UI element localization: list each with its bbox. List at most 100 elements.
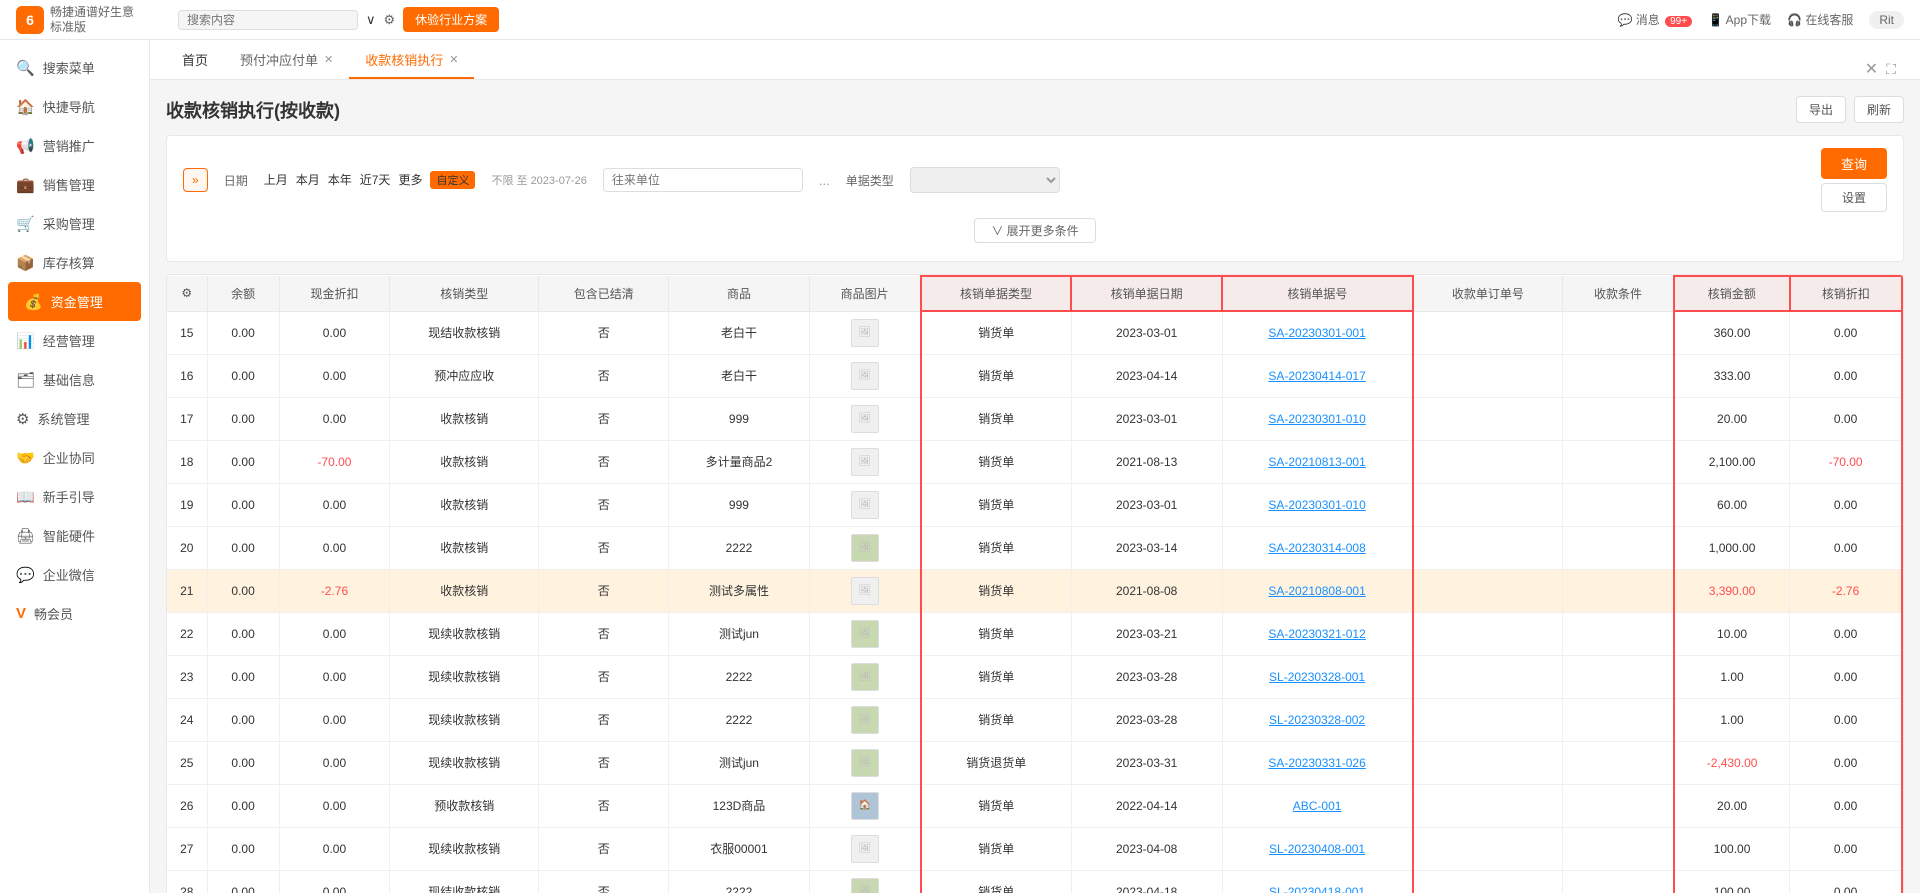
goods-image: 🖼 [851, 663, 879, 691]
cell-cancel-bill-no[interactable]: SL-20230328-002 [1222, 698, 1413, 741]
sidebar-item-guide[interactable]: 📖 新手引导 [0, 477, 149, 516]
search-input[interactable] [178, 10, 358, 30]
cell-cancel-amount: 360.00 [1674, 311, 1790, 354]
sidebar-item-hardware[interactable]: 🖨 智能硬件 [0, 516, 149, 555]
home-icon: 🏠 [16, 98, 35, 116]
date-option-last-month[interactable]: 上月 [264, 171, 288, 189]
cell-balance: 0.00 [207, 569, 279, 612]
cell-cancel-bill-date: 2023-04-18 [1071, 870, 1222, 893]
tab-prepay[interactable]: 预付冲应付单 ✕ [224, 42, 349, 79]
cell-goods-image: 🖼 [809, 526, 920, 569]
settings-btn[interactable]: 设置 [1821, 183, 1887, 212]
cell-cancel-amount: 100.00 [1674, 827, 1790, 870]
cell-cancel-amount: 20.00 [1674, 397, 1790, 440]
th-cancel-type: 核销类型 [390, 276, 539, 311]
tab-bar: 首页 预付冲应付单 ✕ 收款核销执行 ✕ ✕ ⛶ [150, 40, 1920, 80]
logo: 6 畅捷通谱好生意标准版 [16, 5, 166, 34]
date-option-7days[interactable]: 近7天 [360, 171, 391, 189]
sidebar-item-finance[interactable]: 💰 资金管理 [8, 282, 141, 321]
query-btn[interactable]: 查询 [1821, 148, 1887, 179]
sidebar-item-member[interactable]: V 畅会员 [0, 594, 149, 633]
cell-cancel-bill-no[interactable]: SL-20230328-001 [1222, 655, 1413, 698]
cell-goods-image: 🖼 [809, 612, 920, 655]
table-row: 17 0.00 0.00 收款核销 否 999 🖼 销货单 2023-03-01… [167, 397, 1902, 440]
cell-cash-discount: 0.00 [279, 354, 390, 397]
date-option-this-month[interactable]: 本月 [296, 171, 320, 189]
gear-icon[interactable]: ⚙ [384, 12, 396, 28]
sidebar-item-business[interactable]: 📊 经营管理 [0, 321, 149, 360]
cell-num: 23 [167, 655, 207, 698]
sidebar-item-label: 基础信息 [43, 370, 95, 389]
tab-receipt-close[interactable]: ✕ [449, 53, 458, 66]
sidebar-item-search[interactable]: 🔍 搜索菜单 [0, 48, 149, 87]
cell-goods-image: 🖼 [809, 483, 920, 526]
basic-icon: 🗂 [16, 371, 35, 389]
window-close-btn[interactable]: ✕ [1865, 59, 1878, 79]
cell-include-settled: 否 [539, 569, 669, 612]
sidebar-item-enterprise[interactable]: 🤝 企业协同 [0, 438, 149, 477]
sidebar-item-marketing[interactable]: 📢 营销推广 [0, 126, 149, 165]
cell-goods-image: 🖼 [809, 870, 920, 893]
cell-cancel-bill-no[interactable]: SA-20230301-010 [1222, 397, 1413, 440]
tab-prepay-close[interactable]: ✕ [324, 53, 333, 66]
online-service-link[interactable]: 🎧 在线客服 [1787, 11, 1853, 28]
cell-cancel-bill-no[interactable]: SA-20230414-017 [1222, 354, 1413, 397]
goods-image: 🖼 [851, 706, 879, 734]
cell-cancel-amount: 2,100.00 [1674, 440, 1790, 483]
sidebar-item-wechat[interactable]: 💬 企业微信 [0, 555, 149, 594]
cell-cancel-amount: 100.00 [1674, 870, 1790, 893]
receipt-type-select[interactable] [910, 167, 1060, 193]
cell-cancel-bill-no[interactable]: SA-20230301-001 [1222, 311, 1413, 354]
data-table: ⚙ 余额 现金折扣 核销类型 包含已结清 商品 商品图片 核销单据类型 核销单据… [167, 275, 1903, 893]
cell-goods-image: 🖼 [809, 655, 920, 698]
sidebar-item-basic[interactable]: 🗂 基础信息 [0, 360, 149, 399]
window-expand-btn[interactable]: ⛶ [1886, 61, 1896, 78]
th-include-settled: 包含已结清 [539, 276, 669, 311]
receipt-type-label: 单据类型 [846, 172, 894, 189]
date-option-this-year[interactable]: 本年 [328, 171, 352, 189]
cell-goods: 老白干 [669, 354, 810, 397]
user-label[interactable]: Rit [1869, 11, 1904, 29]
cell-cancel-bill-no[interactable]: SA-20210813-001 [1222, 440, 1413, 483]
cell-cancel-bill-date: 2023-04-14 [1071, 354, 1222, 397]
partner-dots-btn[interactable]: ... [819, 173, 830, 188]
tab-home[interactable]: 首页 [166, 42, 224, 79]
main-area: 首页 预付冲应付单 ✕ 收款核销执行 ✕ ✕ ⛶ 收款核销执行(按收款) 导出 [150, 40, 1920, 893]
cell-cancel-bill-no[interactable]: SA-20230321-012 [1222, 612, 1413, 655]
refresh-btn[interactable]: 刷新 [1854, 96, 1904, 123]
sidebar-item-label: 智能硬件 [43, 526, 95, 545]
cell-cancel-bill-no[interactable]: SL-20230418-001 [1222, 870, 1413, 893]
date-option-more[interactable]: 更多 [398, 171, 422, 189]
cell-cash-discount: 0.00 [279, 827, 390, 870]
filter-expand-btn[interactable]: » [183, 168, 208, 192]
industry-btn[interactable]: 休验行业方案 [403, 7, 499, 32]
sidebar-item-label: 系统管理 [37, 409, 89, 428]
cell-cancel-bill-no[interactable]: ABC-001 [1222, 784, 1413, 827]
sidebar-item-inventory[interactable]: 📦 库存核算 [0, 243, 149, 282]
sidebar-item-nav[interactable]: 🏠 快捷导航 [0, 87, 149, 126]
partner-input[interactable] [603, 168, 803, 192]
notification-area[interactable]: 💬 消息 99+ [1617, 11, 1692, 28]
cell-cancel-amount: 10.00 [1674, 612, 1790, 655]
cell-cancel-bill-no[interactable]: SA-20230314-008 [1222, 526, 1413, 569]
cell-cancel-bill-no[interactable]: SA-20230331-026 [1222, 741, 1413, 784]
cell-cancel-bill-no[interactable]: SA-20230301-010 [1222, 483, 1413, 526]
th-goods-image: 商品图片 [809, 276, 920, 311]
sidebar-item-sales[interactable]: 💼 销售管理 [0, 165, 149, 204]
cell-receipt-condition [1563, 655, 1674, 698]
cell-cancel-type: 收款核销 [390, 569, 539, 612]
export-btn[interactable]: 导出 [1796, 96, 1846, 123]
expand-more-btn[interactable]: ∨ 展开更多条件 [974, 218, 1095, 243]
tab-receipt[interactable]: 收款核销执行 ✕ [349, 42, 474, 79]
sidebar-item-system[interactable]: ⚙ 系统管理 [0, 399, 149, 438]
cell-cancel-discount: 0.00 [1790, 870, 1902, 893]
date-custom-badge[interactable]: 自定义 [430, 171, 475, 189]
th-settings[interactable]: ⚙ [167, 276, 207, 311]
goods-image: 🖼 [851, 534, 879, 562]
cell-goods: 测试jun [669, 741, 810, 784]
app-download-link[interactable]: 📱 App下载 [1708, 11, 1771, 28]
cell-receipt-order-no [1413, 741, 1563, 784]
sidebar-item-purchase[interactable]: 🛒 采购管理 [0, 204, 149, 243]
cell-cancel-bill-no[interactable]: SL-20230408-001 [1222, 827, 1413, 870]
cell-cancel-bill-no[interactable]: SA-20210808-001 [1222, 569, 1413, 612]
